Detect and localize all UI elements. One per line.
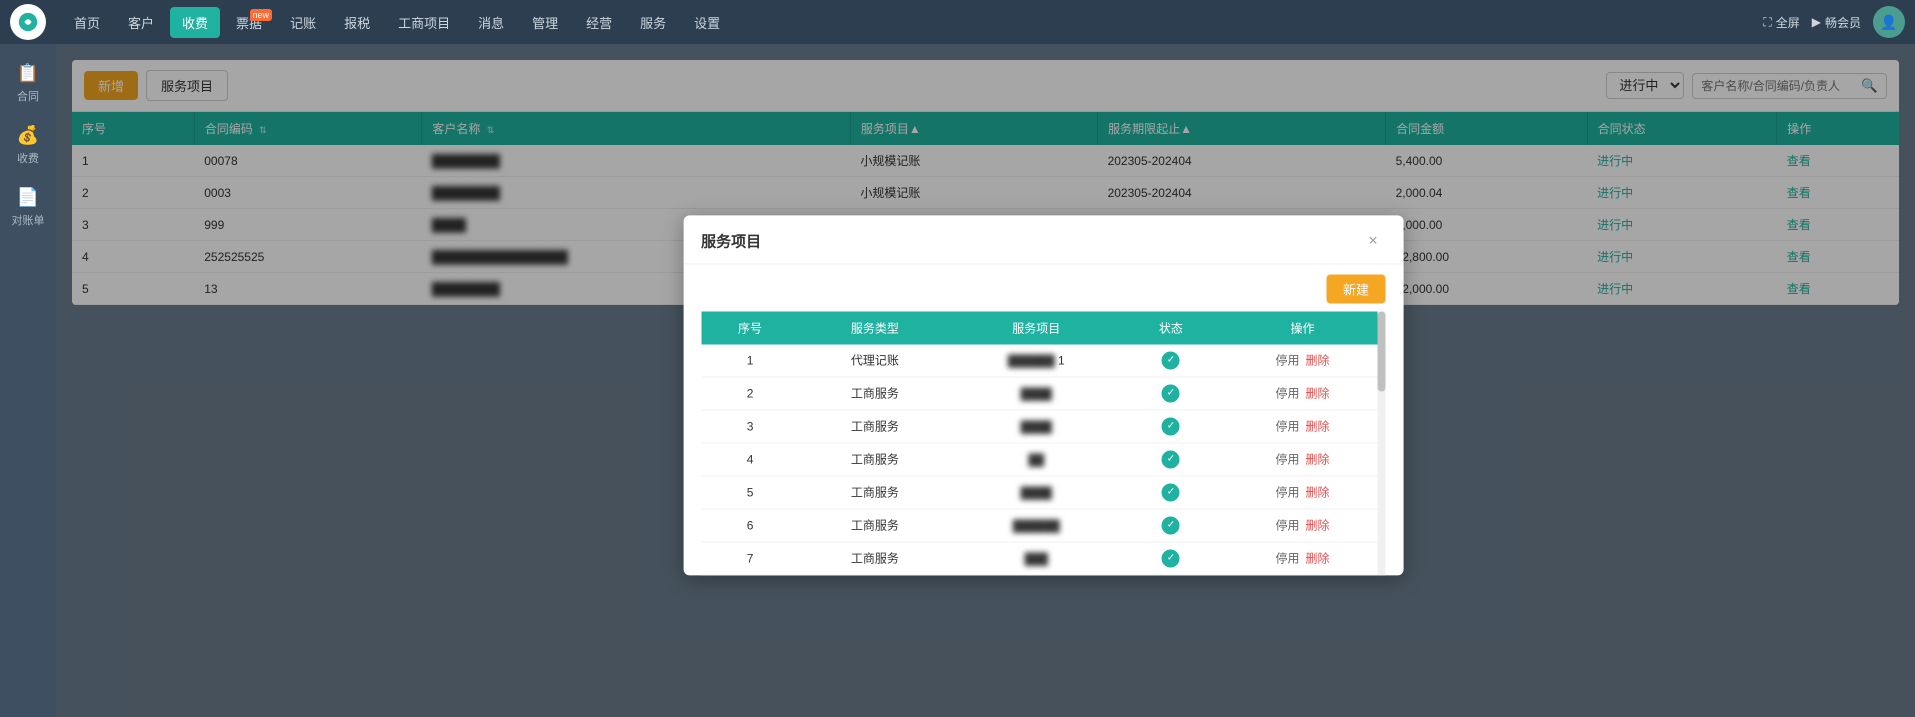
- sidebar-item-reconciliation-label: 对账单: [12, 212, 45, 228]
- stop-btn-5[interactable]: 停用: [1276, 483, 1300, 500]
- delete-btn-7[interactable]: 删除: [1306, 549, 1330, 566]
- main-content: 新增 服务项目 进行中 已完成 已暂停 🔍: [56, 44, 1915, 717]
- avatar[interactable]: 👤: [1873, 6, 1905, 38]
- service-table: 序号 服务类型 服务项目 状态 操作 1 代理记账 ██████: [701, 311, 1385, 575]
- service-row: 2 工商服务 ████ ✓ 停用 删除: [701, 376, 1385, 409]
- modal-toolbar: 新建: [701, 274, 1385, 303]
- nav-tax[interactable]: 报税: [332, 7, 382, 38]
- nav-settings[interactable]: 设置: [682, 7, 732, 38]
- nav-manage[interactable]: 管理: [520, 7, 570, 38]
- scrollbar-thumb[interactable]: [1377, 311, 1385, 391]
- scol-action: 操作: [1220, 311, 1385, 344]
- nav-items: 首页 客户 收费 票据 new 记账 报税 工商项目 消息 管理 经营 服务 设…: [62, 7, 1763, 38]
- status-check-6: ✓: [1162, 516, 1180, 534]
- delete-btn-6[interactable]: 删除: [1306, 516, 1330, 533]
- nav-business[interactable]: 工商项目: [386, 7, 462, 38]
- sidebar-item-fee[interactable]: 💰 收费: [4, 116, 52, 174]
- app-logo[interactable]: [10, 4, 46, 40]
- modal-header: 服务项目 ×: [683, 215, 1403, 264]
- nav-message[interactable]: 消息: [466, 7, 516, 38]
- scol-item: 服务项目: [951, 311, 1122, 344]
- fullscreen-icon: ⛶: [1763, 15, 1771, 30]
- nav-home[interactable]: 首页: [62, 7, 112, 38]
- nav-invoice[interactable]: 票据 new: [224, 7, 274, 38]
- service-table-header: 序号 服务类型 服务项目 状态 操作: [701, 311, 1385, 344]
- sidebar-item-contract-label: 合同: [17, 88, 39, 104]
- service-row: 8 工商服务 ██ 注册 ✓ 停用 删除: [701, 574, 1385, 575]
- service-items-modal: 服务项目 × 新建 序号 服务类型 服务项目 状态: [683, 215, 1403, 575]
- new-service-button[interactable]: 新建: [1327, 274, 1385, 303]
- delete-btn-4[interactable]: 删除: [1306, 450, 1330, 467]
- service-row: 4 工商服务 ██ ✓ 停用 删除: [701, 442, 1385, 475]
- scol-seq: 序号: [701, 311, 799, 344]
- nav-fee[interactable]: 收费: [170, 7, 220, 38]
- sidebar-item-reconciliation[interactable]: 📄 对账单: [4, 178, 52, 236]
- modal-body: 新建 序号 服务类型 服务项目 状态 操作: [683, 264, 1403, 575]
- sidebar-item-fee-label: 收费: [17, 150, 39, 166]
- new-badge: new: [250, 9, 273, 22]
- nav-service[interactable]: 服务: [628, 7, 678, 38]
- stop-btn-2[interactable]: 停用: [1276, 384, 1300, 401]
- delete-btn-2[interactable]: 删除: [1306, 384, 1330, 401]
- status-check-7: ✓: [1162, 549, 1180, 567]
- scol-status: 状态: [1122, 311, 1220, 344]
- service-row: 5 工商服务 ████ ✓ 停用 删除: [701, 475, 1385, 508]
- play-icon: ▶: [1812, 15, 1821, 29]
- service-row: 6 工商服务 ██████ ✓ 停用 删除: [701, 508, 1385, 541]
- modal-title: 服务项目: [701, 230, 761, 251]
- fullscreen-button[interactable]: ⛶ 全屏: [1763, 14, 1799, 31]
- member-button[interactable]: ▶ 畅会员: [1812, 14, 1861, 31]
- status-check-3: ✓: [1162, 417, 1180, 435]
- service-row: 7 工商服务 ███ ✓ 停用 删除: [701, 541, 1385, 574]
- scrollbar-track: [1377, 311, 1385, 575]
- nav-operation[interactable]: 经营: [574, 7, 624, 38]
- delete-btn-1[interactable]: 删除: [1306, 351, 1330, 368]
- service-row: 1 代理记账 ██████ 1 ✓ 停用 删除: [701, 344, 1385, 377]
- nav-customer[interactable]: 客户: [116, 7, 166, 38]
- reconciliation-icon: 📄: [17, 186, 39, 208]
- delete-btn-5[interactable]: 删除: [1306, 483, 1330, 500]
- scol-type: 服务类型: [799, 311, 951, 344]
- service-row: 3 工商服务 ████ ✓ 停用 删除: [701, 409, 1385, 442]
- delete-btn-3[interactable]: 删除: [1306, 417, 1330, 434]
- status-check-5: ✓: [1162, 483, 1180, 501]
- main-layout: 📋 合同 💰 收费 📄 对账单 新增 服务项目 进行中 已完成 已暂停: [0, 44, 1915, 717]
- status-check-1: ✓: [1162, 351, 1180, 369]
- contract-icon: 📋: [17, 62, 39, 84]
- stop-btn-7[interactable]: 停用: [1276, 549, 1300, 566]
- nav-bookkeeping[interactable]: 记账: [278, 7, 328, 38]
- sidebar: 📋 合同 💰 收费 📄 对账单: [0, 44, 56, 717]
- nav-right: ⛶ 全屏 ▶ 畅会员 👤: [1763, 6, 1905, 38]
- fee-icon: 💰: [17, 124, 39, 146]
- status-check-2: ✓: [1162, 384, 1180, 402]
- stop-btn-3[interactable]: 停用: [1276, 417, 1300, 434]
- status-check-4: ✓: [1162, 450, 1180, 468]
- service-table-body: 1 代理记账 ██████ 1 ✓ 停用 删除: [701, 344, 1385, 575]
- modal-close-button[interactable]: ×: [1361, 229, 1385, 253]
- stop-btn-4[interactable]: 停用: [1276, 450, 1300, 467]
- sidebar-item-contract[interactable]: 📋 合同: [4, 54, 52, 112]
- stop-btn-1[interactable]: 停用: [1276, 351, 1300, 368]
- stop-btn-6[interactable]: 停用: [1276, 516, 1300, 533]
- top-navigation: 首页 客户 收费 票据 new 记账 报税 工商项目 消息 管理 经营 服务 设…: [0, 0, 1915, 44]
